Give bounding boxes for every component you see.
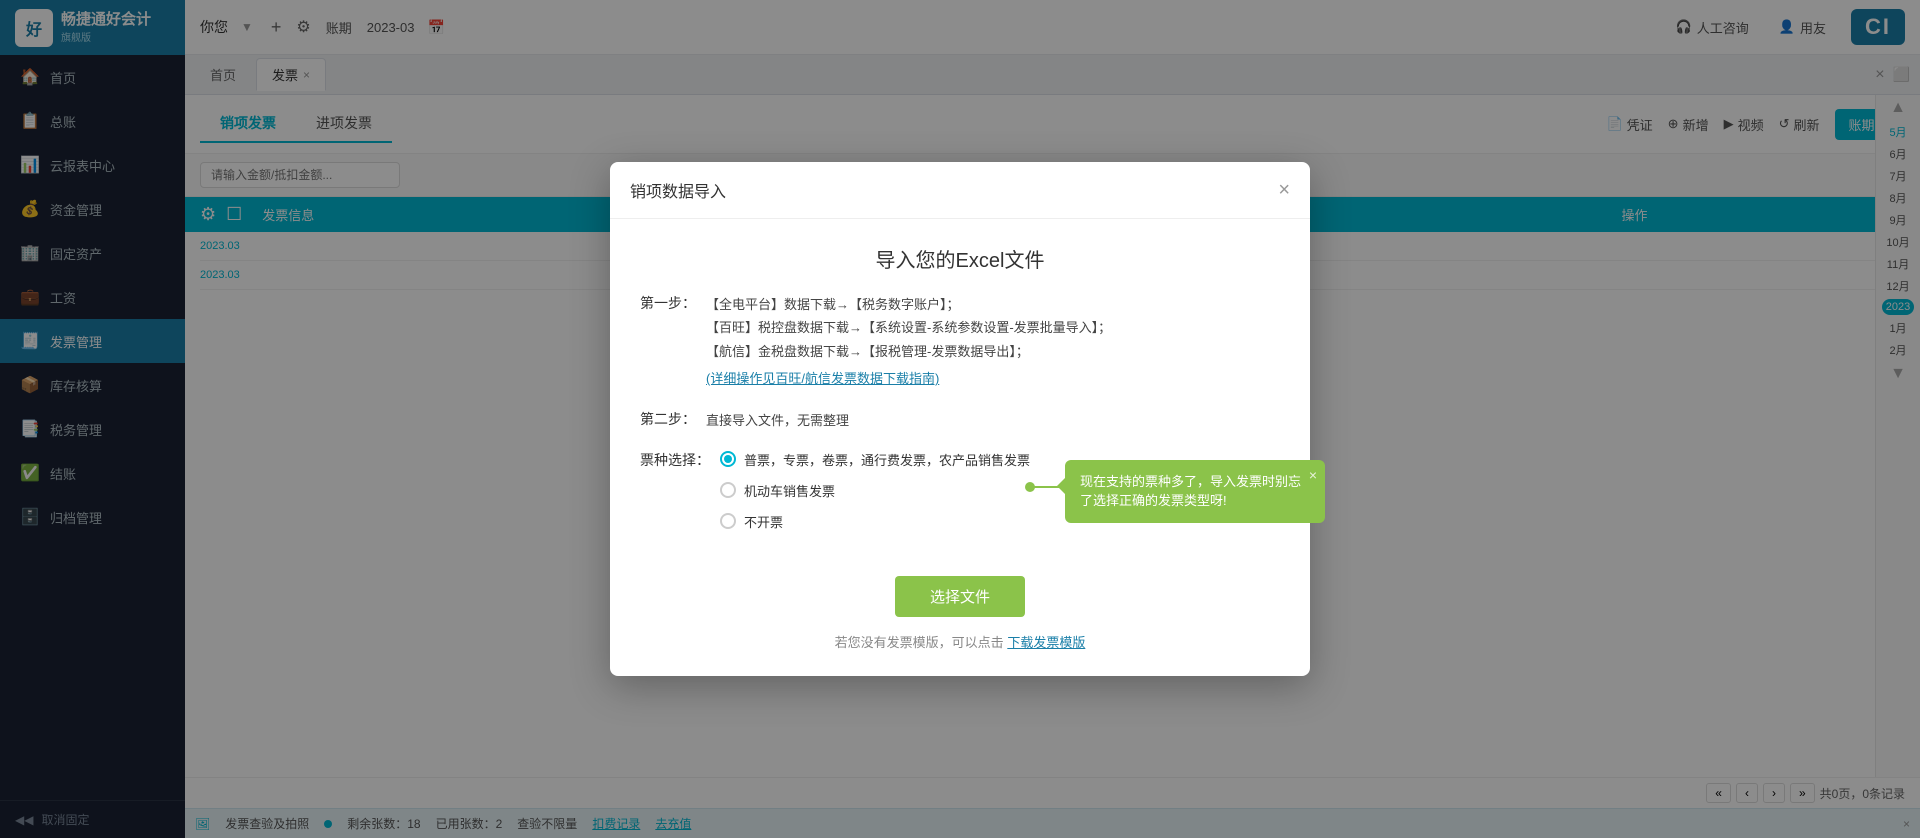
ticket-selection: 票种选择： 普票，专票，卷票，通行费发票，农产品销售发票 × 现在支持的票种多了… [640,450,1280,531]
ticket-label: 票种选择： [640,450,710,470]
step1-content: 【全电平台】数据下载→【税务数字账户】； 【百旺】税控盘数据下载→【系统设置-系… [706,293,1111,391]
tooltip-close-btn[interactable]: × [1309,465,1317,486]
step1-label: 第一步： [640,293,696,313]
step1-line2: 【百旺】税控盘数据下载→【系统设置-系统参数设置-发票批量导入】； [706,316,1111,339]
ticket-option-2[interactable]: 机动车销售发票 [720,481,1030,500]
modal-heading: 导入您的Excel文件 [640,244,1280,273]
modal-body: 导入您的Excel文件 第一步： 【全电平台】数据下载→【税务数字账户】； 【百… [610,219,1310,566]
radio-checked-1 [720,451,736,467]
select-file-button[interactable]: 选择文件 [895,576,1025,617]
ticket-option-3[interactable]: 不开票 [720,512,1030,531]
step2: 第二步： 直接导入文件，无需整理 [640,409,1280,432]
tooltip-line [1033,486,1063,488]
download-template-link[interactable]: 下载发票模版 [1007,635,1085,650]
step2-label: 第二步： [640,409,696,429]
ticket-option-1-label: 普票，专票，卷票，通行费发票，农产品销售发票 [744,450,1030,469]
modal-header: 销项数据导入 × [610,162,1310,219]
ticket-radio-group: 普票，专票，卷票，通行费发票，农产品销售发票 × 现在支持的票种多了，导入发票时… [720,450,1030,531]
modal-close-button[interactable]: × [1278,179,1290,202]
modal-title: 销项数据导入 [630,178,726,202]
footer-note: 若您没有发票模版，可以点击 下载发票模版 [835,632,1086,651]
step1: 第一步： 【全电平台】数据下载→【税务数字账户】； 【百旺】税控盘数据下载→【系… [640,293,1280,391]
import-modal: 销项数据导入 × 导入您的Excel文件 第一步： 【全电平台】数据下载→【税务… [610,162,1310,676]
step1-guide-link[interactable]: (详细操作见百旺/航信发票数据下载指南) [706,371,939,386]
radio-unchecked-2 [720,482,736,498]
step1-line1: 【全电平台】数据下载→【税务数字账户】； [706,293,1111,316]
tooltip-bubble: × 现在支持的票种多了，导入发票时别忘了选择正确的发票类型呀! [1065,460,1325,523]
ticket-option-3-label: 不开票 [744,512,783,531]
radio-unchecked-3 [720,513,736,529]
modal-overlay: 销项数据导入 × 导入您的Excel文件 第一步： 【全电平台】数据下载→【税务… [0,0,1920,838]
tooltip-text: 现在支持的票种多了，导入发票时别忘了选择正确的发票类型呀! [1080,474,1301,509]
step2-content: 直接导入文件，无需整理 [706,409,849,432]
ticket-option-1[interactable]: 普票，专票，卷票，通行费发票，农产品销售发票 × 现在支持的票种多了，导入发票时… [720,450,1030,469]
step1-line3: 【航信】金税盘数据下载→【报税管理-发票数据导出】； [706,340,1111,363]
modal-footer: 选择文件 若您没有发票模版，可以点击 下载发票模版 [610,566,1310,676]
ticket-option-2-label: 机动车销售发票 [744,481,835,500]
